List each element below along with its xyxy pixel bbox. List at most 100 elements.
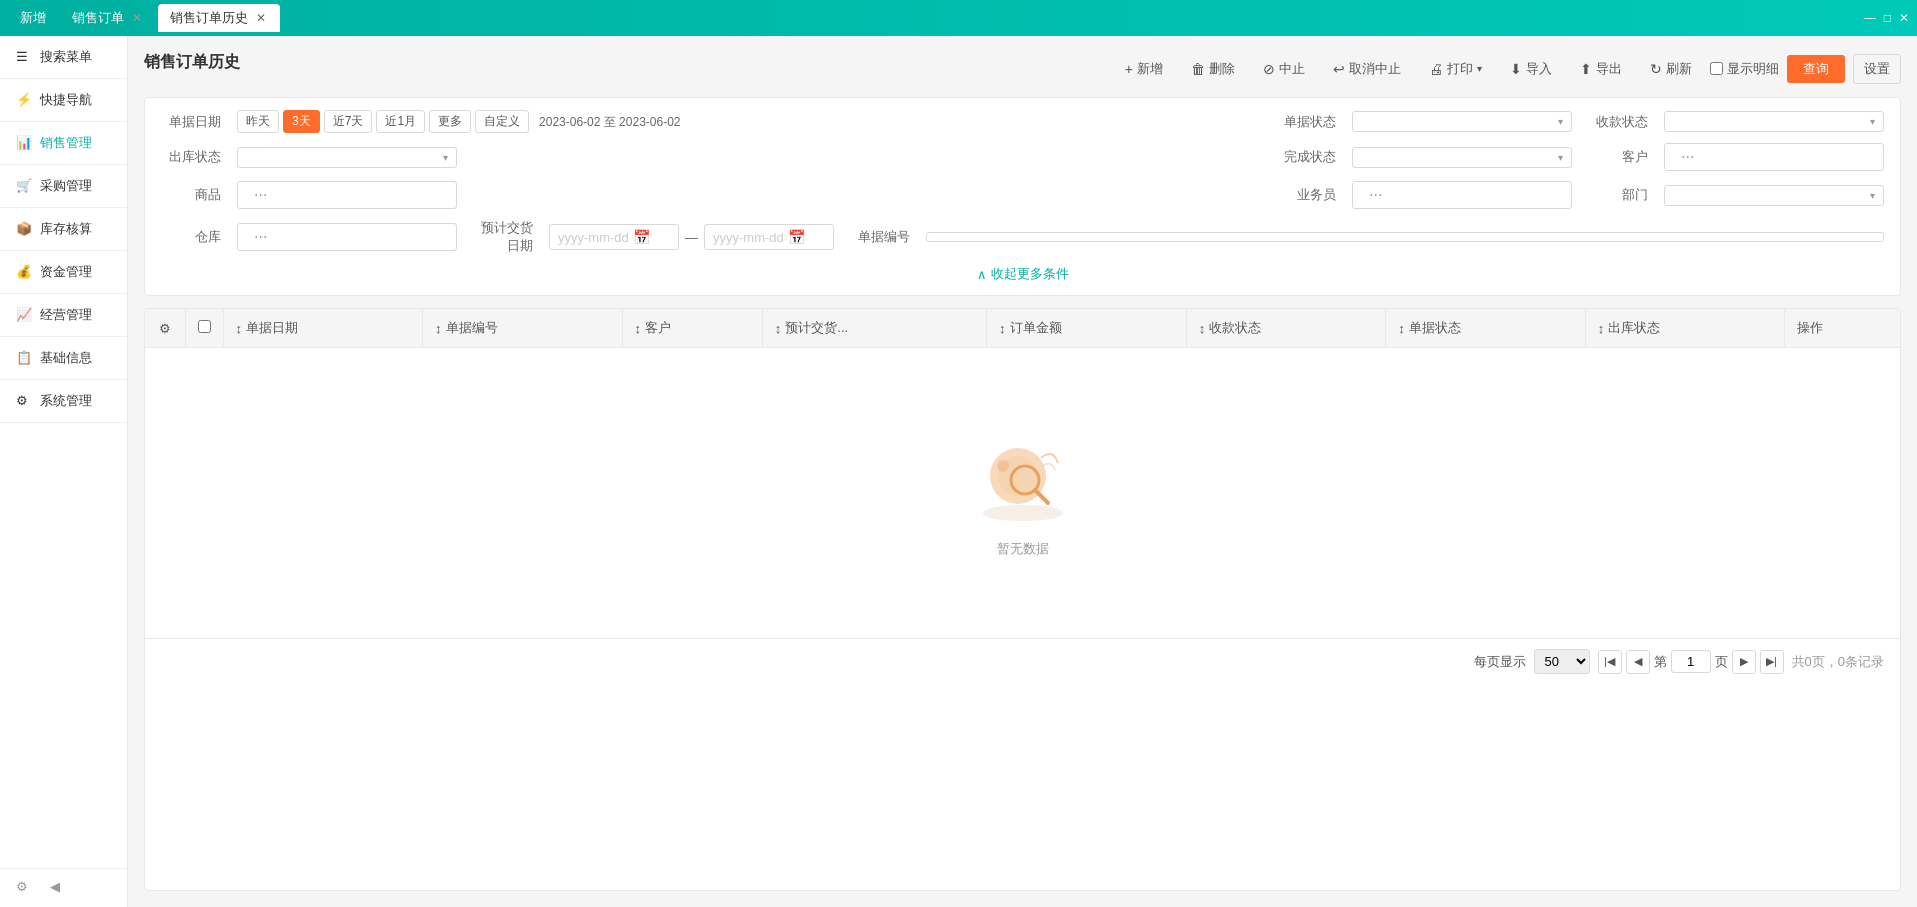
display-detail-checkbox[interactable]	[1710, 62, 1723, 75]
sidebar-item-finance[interactable]: 💰 资金管理	[0, 251, 127, 294]
main-layout: ☰ 搜索菜单 ⚡ 快捷导航 📊 销售管理 🛒 采购管理 📦 库存核算 💰 资金管…	[0, 36, 1917, 907]
settings-button[interactable]: 设置	[1853, 54, 1901, 84]
th-payment-status[interactable]: ↕ 收款状态	[1186, 309, 1386, 348]
product-input[interactable]: ···	[237, 181, 457, 209]
sidebar-item-search-menu[interactable]: ☰ 搜索菜单	[0, 36, 127, 79]
product-label: 商品	[161, 186, 221, 204]
cancel-stop-icon: ↩	[1333, 61, 1345, 77]
export-icon: ⬆	[1580, 61, 1592, 77]
salesperson-input[interactable]: ···	[1352, 181, 1572, 209]
customer-input[interactable]: ···	[1664, 143, 1884, 171]
th-order-amount[interactable]: ↕ 订单金额	[987, 309, 1187, 348]
complete-status-label: 完成状态	[1276, 148, 1336, 166]
filter-area: 单据日期 昨天 3天 近7天 近1月 更多 自定义 2023-06-02 至 2…	[144, 97, 1901, 296]
page-number-input[interactable]	[1671, 650, 1711, 673]
print-button[interactable]: 🖨 打印 ▾	[1419, 55, 1492, 83]
salesperson-dots-icon[interactable]: ···	[1365, 186, 1386, 204]
import-button[interactable]: ⬇ 导入	[1500, 55, 1562, 83]
customer-dots-icon[interactable]: ···	[1677, 148, 1698, 166]
sidebar-item-purchase-mgmt[interactable]: 🛒 采购管理	[0, 165, 127, 208]
th-checkbox[interactable]	[185, 309, 223, 348]
display-detail-toggle[interactable]: 显示明细	[1710, 60, 1779, 78]
th-customer[interactable]: ↕ 客户	[622, 309, 762, 348]
date-btn-yesterday[interactable]: 昨天	[237, 110, 279, 133]
window-minimize[interactable]: —	[1864, 11, 1876, 25]
sidebar-bottom: ⚙ ◀	[0, 868, 127, 907]
calendar-from-icon: 📅	[633, 229, 650, 245]
th-bill-no[interactable]: ↕ 单据编号	[423, 309, 623, 348]
date-separator: —	[685, 230, 698, 245]
purchase-mgmt-icon: 🛒	[16, 178, 32, 194]
out-status-label: 出库状态	[161, 148, 221, 166]
sidebar-settings-icon[interactable]: ⚙	[16, 879, 34, 897]
refresh-button[interactable]: ↻ 刷新	[1640, 55, 1702, 83]
tab-close-sales-order[interactable]: ✕	[130, 11, 144, 25]
date-btn-3days[interactable]: 3天	[283, 110, 320, 133]
date-btn-7days[interactable]: 近7天	[324, 110, 373, 133]
th-bill-status[interactable]: ↕ 单据状态	[1386, 309, 1586, 348]
payment-status-select[interactable]: ▾	[1664, 111, 1884, 132]
th-expected-date[interactable]: ↕ 预计交货...	[762, 309, 986, 348]
date-btn-custom[interactable]: 自定义	[475, 110, 529, 133]
warehouse-input[interactable]: ···	[237, 223, 457, 251]
th-settings[interactable]: ⚙	[145, 309, 185, 348]
next-page-button[interactable]: ▶	[1732, 650, 1756, 674]
th-bill-date[interactable]: ↕ 单据日期	[223, 309, 423, 348]
department-select[interactable]: ▾	[1664, 185, 1884, 206]
expected-date-to[interactable]: yyyy-mm-dd 📅	[704, 224, 834, 250]
payment-status-arrow-icon: ▾	[1870, 116, 1875, 127]
select-all-checkbox[interactable]	[198, 320, 211, 333]
window-close[interactable]: ✕	[1899, 11, 1909, 25]
finance-icon: 💰	[16, 264, 32, 280]
date-btn-month[interactable]: 近1月	[376, 110, 425, 133]
page-navigation: |◀ ◀ 第 页 ▶ ▶|	[1598, 650, 1784, 674]
search-menu-icon: ☰	[16, 49, 32, 65]
tab-home[interactable]: 新增	[8, 4, 58, 32]
sidebar-collapse-icon[interactable]: ◀	[50, 879, 68, 897]
data-table: ⚙ ↕ 单据日期	[145, 309, 1900, 638]
table-body: 暂无数据	[145, 348, 1900, 639]
window-maximize[interactable]: □	[1884, 11, 1891, 25]
expected-date-from[interactable]: yyyy-mm-dd 📅	[549, 224, 679, 250]
delete-icon: 🗑	[1191, 61, 1205, 77]
sidebar-item-sales-mgmt[interactable]: 📊 销售管理	[0, 122, 127, 165]
warehouse-dots-icon[interactable]: ···	[250, 228, 271, 246]
per-page-select[interactable]: 50 10 20 100	[1534, 649, 1590, 674]
sidebar-item-operations[interactable]: 📈 经营管理	[0, 294, 127, 337]
cancel-stop-button[interactable]: ↩ 取消中止	[1323, 55, 1411, 83]
th-operation: 操作	[1785, 309, 1900, 348]
bill-no-input[interactable]	[926, 232, 1884, 242]
prev-page-button[interactable]: ◀	[1626, 650, 1650, 674]
date-btn-more[interactable]: 更多	[429, 110, 471, 133]
inventory-icon: 📦	[16, 221, 32, 237]
svg-point-0	[983, 505, 1063, 521]
filter-row-2: 出库状态 ▾ 完成状态 ▾ 客户 ···	[161, 143, 1884, 171]
new-button[interactable]: + 新增	[1115, 55, 1173, 83]
first-page-button[interactable]: |◀	[1598, 650, 1622, 674]
filter-row-3: 商品 ··· 业务员 ··· 部门 ▾	[161, 181, 1884, 209]
print-arrow-icon: ▾	[1477, 63, 1482, 74]
window-controls: — □ ✕	[1864, 11, 1909, 25]
query-button[interactable]: 查询	[1787, 55, 1845, 83]
top-bar: 新增 销售订单 ✕ 销售订单历史 ✕ — □ ✕	[0, 0, 1917, 36]
bill-status-select[interactable]: ▾	[1352, 111, 1572, 132]
tab-sales-order-history[interactable]: 销售订单历史 ✕	[158, 4, 280, 32]
export-button[interactable]: ⬆ 导出	[1570, 55, 1632, 83]
out-status-select[interactable]: ▾	[237, 147, 457, 168]
last-page-button[interactable]: ▶|	[1760, 650, 1784, 674]
import-icon: ⬇	[1510, 61, 1522, 77]
stop-button[interactable]: ⊘ 中止	[1253, 55, 1315, 83]
date-filter-label: 单据日期	[161, 113, 221, 131]
sidebar-item-quick-nav[interactable]: ⚡ 快捷导航	[0, 79, 127, 122]
delete-button[interactable]: 🗑 删除	[1181, 55, 1245, 83]
quick-nav-icon: ⚡	[16, 92, 32, 108]
th-out-status[interactable]: ↕ 出库状态	[1585, 309, 1785, 348]
complete-status-select[interactable]: ▾	[1352, 147, 1572, 168]
sidebar-item-inventory[interactable]: 📦 库存核算	[0, 208, 127, 251]
product-dots-icon[interactable]: ···	[250, 186, 271, 204]
collapse-button[interactable]: ∧ 收起更多条件	[161, 265, 1884, 283]
sidebar-item-sys-mgmt[interactable]: ⚙ 系统管理	[0, 380, 127, 423]
tab-close-history[interactable]: ✕	[254, 11, 268, 25]
tab-sales-order[interactable]: 销售订单 ✕	[60, 4, 156, 32]
sidebar-item-basic-info[interactable]: 📋 基础信息	[0, 337, 127, 380]
